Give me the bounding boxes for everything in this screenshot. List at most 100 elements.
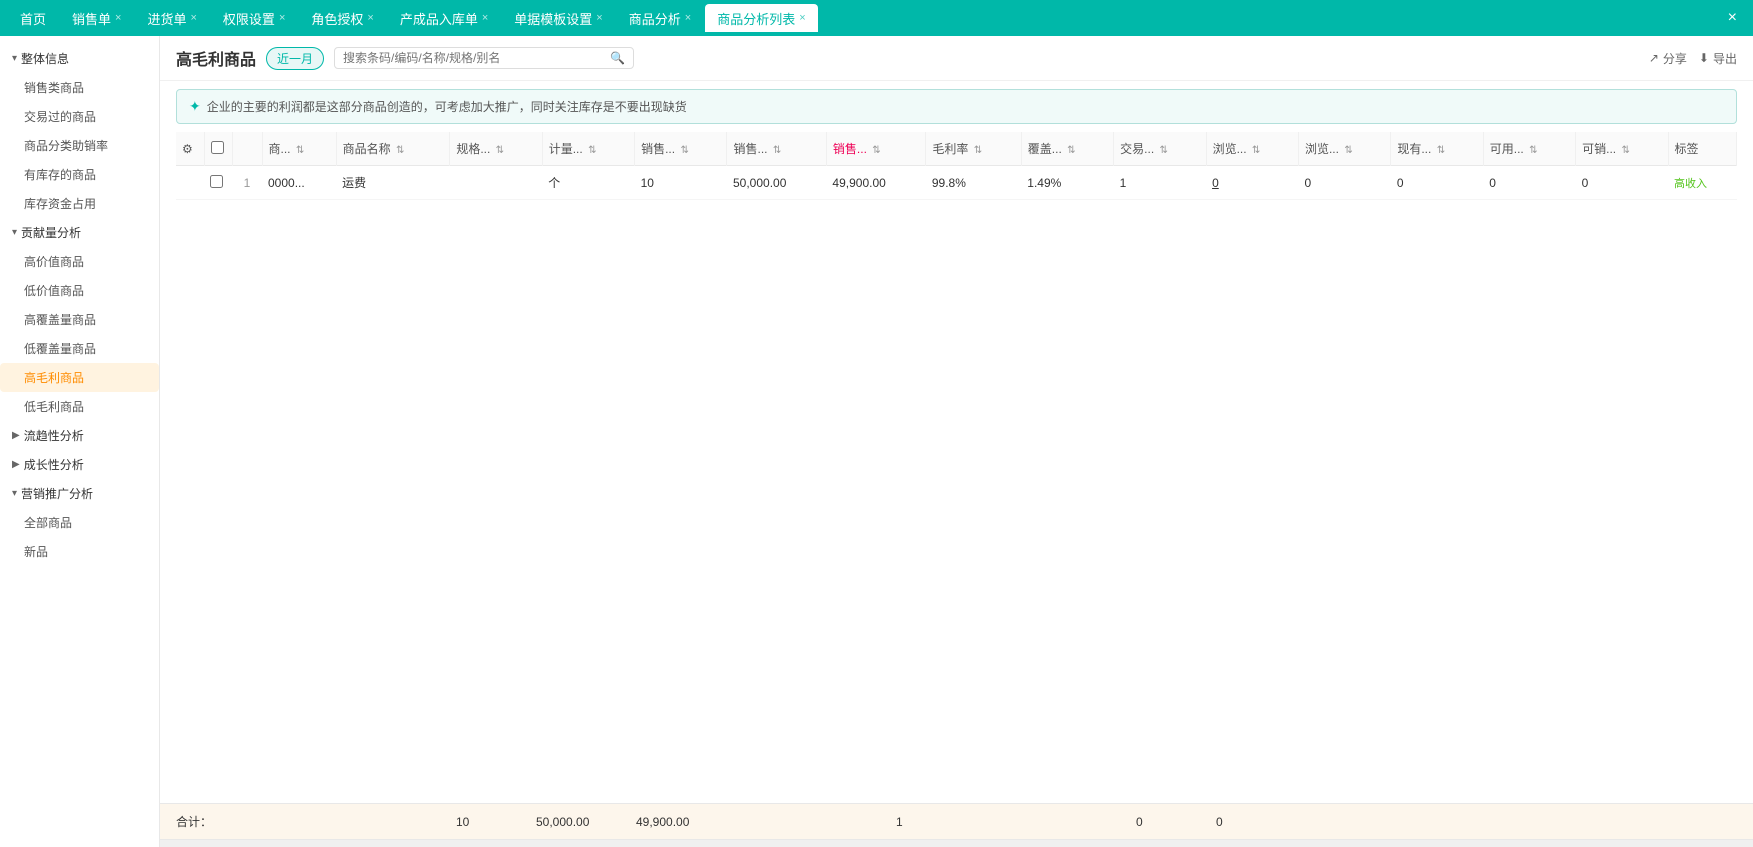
sidebar-item-stock-goods[interactable]: 有库存的商品 <box>0 160 159 189</box>
sort-icon-browse1[interactable]: ⇅ <box>1252 145 1260 156</box>
sidebar-item-sales-goods[interactable]: 销售类商品 <box>0 73 159 102</box>
nav-tab-permission-label: 权限设置 <box>223 9 275 28</box>
sort-icon-coverage[interactable]: ⇅ <box>1067 145 1075 156</box>
th-coverage[interactable]: 覆盖... ⇅ <box>1021 132 1113 166</box>
th-unit[interactable]: 计量... ⇅ <box>542 132 634 166</box>
sidebar-group-marketing-label: 营销推广分析 <box>21 485 93 502</box>
share-label: 分享 <box>1663 50 1687 67</box>
sidebar-item-high-margin[interactable]: 高毛利商品 <box>0 363 159 392</box>
nav-home[interactable]: 首页 <box>8 9 58 28</box>
sidebar-item-high-coverage[interactable]: 高覆盖量商品 <box>0 305 159 334</box>
th-settings[interactable]: ⚙ <box>176 132 204 166</box>
share-btn[interactable]: ↗ 分享 <box>1649 50 1687 67</box>
search-icon[interactable]: 🔍 <box>610 51 625 65</box>
sidebar-item-low-margin[interactable]: 低毛利商品 <box>0 392 159 421</box>
sort-icon-name[interactable]: ⇅ <box>396 145 404 156</box>
sidebar-item-new-goods[interactable]: 新品 <box>0 537 159 566</box>
th-name[interactable]: 商品名称 ⇅ <box>336 132 450 166</box>
sidebar-group-overall[interactable]: ▾ 整体信息 <box>0 44 159 73</box>
select-all-checkbox[interactable] <box>211 141 224 154</box>
th-gross-margin[interactable]: 毛利率 ⇅ <box>926 132 1021 166</box>
sort-icon-sales-amount[interactable]: ⇅ <box>773 145 781 156</box>
th-browse2[interactable]: 浏览... ⇅ <box>1298 132 1390 166</box>
sort-icon-saleable[interactable]: ⇅ <box>1621 145 1629 156</box>
filter-recent-month-btn[interactable]: 近一月 <box>266 47 324 70</box>
bottom-scrollbar[interactable] <box>160 839 1753 847</box>
td-browse2: 0 <box>1298 166 1390 200</box>
sidebar-group-trend[interactable]: ▶ 流趋性分析 <box>0 421 159 450</box>
sort-icon-browse2[interactable]: ⇅ <box>1344 145 1352 156</box>
sidebar-item-all-goods[interactable]: 全部商品 <box>0 508 159 537</box>
row-checkbox[interactable] <box>210 175 223 188</box>
sidebar-group-trend-label: 流趋性分析 <box>24 427 84 444</box>
th-checkbox[interactable] <box>204 132 232 166</box>
sidebar-collapse-btn[interactable]: 《 <box>159 422 160 462</box>
sort-icon-unit[interactable]: ⇅ <box>588 145 596 156</box>
nav-tab-analysis[interactable]: 商品分析 × <box>617 4 703 32</box>
sidebar-item-traded-goods[interactable]: 交易过的商品 <box>0 102 159 131</box>
sidebar: 《 ▾ 整体信息 销售类商品 交易过的商品 商品分类助销率 有库存的商品 库存资… <box>0 36 160 847</box>
nav-tab-product-entry-close[interactable]: × <box>482 12 488 24</box>
nav-tab-sales-close[interactable]: × <box>115 12 121 24</box>
table-header-row: ⚙ 商... ⇅ 商品名称 ⇅ <box>176 132 1737 166</box>
nav-tab-template-close[interactable]: × <box>596 12 602 24</box>
sidebar-item-stock-capital[interactable]: 库存资金占用 <box>0 189 159 218</box>
table-row[interactable]: 1 0000... 运费 个 10 50,000.00 49,900.00 99… <box>176 166 1737 200</box>
sort-icon-sales-profit[interactable]: ⇅ <box>872 145 880 156</box>
sort-icon-current-stock[interactable]: ⇅ <box>1437 145 1445 156</box>
sidebar-item-low-value[interactable]: 低价值商品 <box>0 276 159 305</box>
th-num <box>232 132 262 166</box>
th-transaction[interactable]: 交易... ⇅ <box>1114 132 1206 166</box>
th-current-stock[interactable]: 现有... ⇅ <box>1391 132 1483 166</box>
nav-tab-role[interactable]: 角色授权 × <box>299 4 385 32</box>
sort-icon-sales-qty[interactable]: ⇅ <box>680 145 688 156</box>
nav-tab-sales[interactable]: 销售单 × <box>60 4 133 32</box>
sidebar-group-marketing[interactable]: ▾ 营销推广分析 <box>0 479 159 508</box>
nav-tab-template[interactable]: 单据模板设置 × <box>502 4 614 32</box>
td-gross-margin: 99.8% <box>926 166 1021 200</box>
info-banner: ✦ 企业的主要的利润都是这部分商品创造的，可考虑加大推广，同时关注库存是不要出现… <box>176 89 1737 124</box>
nav-tab-purchase[interactable]: 进货单 × <box>135 4 208 32</box>
th-code[interactable]: 商... ⇅ <box>262 132 336 166</box>
sort-icon-code[interactable]: ⇅ <box>296 145 304 156</box>
nav-tab-product-entry[interactable]: 产成品入库单 × <box>388 4 500 32</box>
search-box[interactable]: 🔍 <box>334 47 634 69</box>
window-close-btn[interactable]: × <box>1720 9 1745 27</box>
th-saleable[interactable]: 可销... ⇅ <box>1576 132 1668 166</box>
td-checkbox[interactable] <box>204 166 232 200</box>
export-btn[interactable]: ⬇ 导出 <box>1699 50 1737 67</box>
page-title: 高毛利商品 <box>176 46 256 70</box>
sidebar-group-contribution[interactable]: ▾ 贡献量分析 <box>0 218 159 247</box>
sidebar-item-category-rate[interactable]: 商品分类助销率 <box>0 131 159 160</box>
nav-tab-role-close[interactable]: × <box>367 12 373 24</box>
th-browse1[interactable]: 浏览... ⇅ <box>1206 132 1298 166</box>
nav-tab-analysis-list[interactable]: 商品分析列表 × <box>705 4 817 32</box>
nav-tab-analysis-list-close[interactable]: × <box>799 12 805 24</box>
sort-icon-transaction[interactable]: ⇅ <box>1160 145 1168 156</box>
th-sales-profit[interactable]: 销售... ⇅ <box>826 132 925 166</box>
td-browse1-value[interactable]: 0 <box>1212 176 1219 190</box>
search-input[interactable] <box>343 51 606 65</box>
settings-icon[interactable]: ⚙ <box>182 142 193 156</box>
nav-tab-analysis-label: 商品分析 <box>629 9 681 28</box>
nav-tab-permission-close[interactable]: × <box>279 12 285 24</box>
th-available[interactable]: 可用... ⇅ <box>1483 132 1575 166</box>
nav-tab-purchase-close[interactable]: × <box>190 12 196 24</box>
sidebar-item-low-coverage[interactable]: 低覆盖量商品 <box>0 334 159 363</box>
td-browse1[interactable]: 0 <box>1206 166 1298 200</box>
tag-label: 高收入 <box>1674 178 1707 190</box>
sidebar-group-growth[interactable]: ▶ 成长性分析 <box>0 450 159 479</box>
td-unit: 个 <box>542 166 634 200</box>
sort-icon-gross-margin[interactable]: ⇅ <box>974 145 982 156</box>
th-current-stock-label: 现有... <box>1397 142 1431 156</box>
th-sales-amount[interactable]: 销售... ⇅ <box>727 132 826 166</box>
table-container[interactable]: ⚙ 商... ⇅ 商品名称 ⇅ <box>160 132 1753 803</box>
sort-icon-spec[interactable]: ⇅ <box>496 145 504 156</box>
th-spec[interactable]: 规格... ⇅ <box>450 132 542 166</box>
th-sales-qty[interactable]: 销售... ⇅ <box>635 132 727 166</box>
footer-total: 合计： 10 50,000.00 49,900.00 1 0 0 <box>160 803 1753 839</box>
sort-icon-available[interactable]: ⇅ <box>1529 145 1537 156</box>
nav-tab-permission[interactable]: 权限设置 × <box>211 4 297 32</box>
nav-tab-analysis-close[interactable]: × <box>685 12 691 24</box>
sidebar-item-high-value[interactable]: 高价值商品 <box>0 247 159 276</box>
